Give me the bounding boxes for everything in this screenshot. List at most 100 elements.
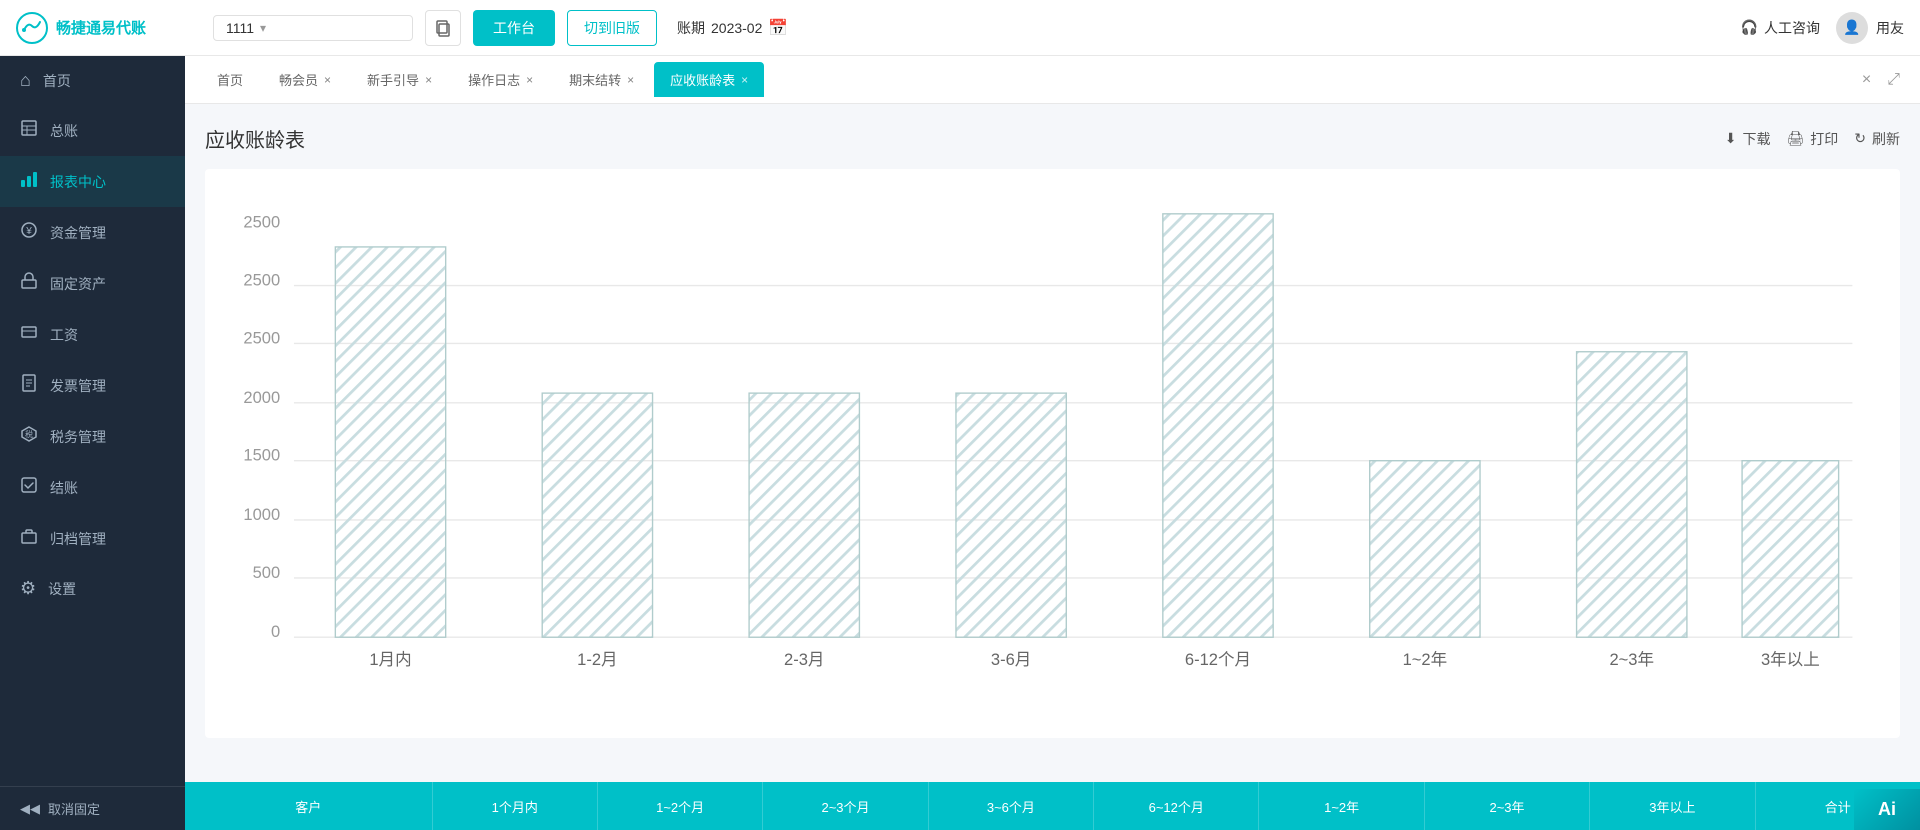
top-bar: 畅捷通易代账 1111 ▾ 工作台 切到旧版 账期 2023-02 📅 🎧 人工… [0, 0, 1920, 56]
tab-home-label: 首页 [217, 70, 243, 89]
sidebar-label-assets: 固定资产 [50, 274, 106, 294]
chevron-down-icon: ▾ [260, 21, 266, 35]
app-container: 畅捷通易代账 1111 ▾ 工作台 切到旧版 账期 2023-02 📅 🎧 人工… [0, 0, 1920, 830]
tab-oplog-label: 操作日志 [468, 70, 520, 89]
svg-text:1-2月: 1-2月 [577, 650, 617, 669]
download-button[interactable]: ⬇ 下载 [1725, 129, 1771, 149]
refresh-icon: ↻ [1854, 130, 1866, 147]
settle-icon [20, 476, 38, 499]
ai-badge[interactable]: Ai [1854, 789, 1920, 830]
tab-guide-close-icon[interactable]: × [425, 73, 432, 87]
switch-old-button[interactable]: 切到旧版 [567, 10, 657, 46]
sidebar-item-tax[interactable]: 税 税务管理 [0, 411, 185, 462]
tab-member-label: 畅会员 [279, 70, 318, 89]
tab-oplog[interactable]: 操作日志 × [452, 62, 549, 97]
sidebar-label-settings: 设置 [48, 579, 76, 599]
collapse-button[interactable]: ◀◀ 取消固定 [20, 799, 165, 818]
refresh-button[interactable]: ↻ 刷新 [1854, 129, 1900, 149]
company-selector[interactable]: 1111 ▾ [213, 15, 413, 41]
assets-icon [20, 272, 38, 295]
svg-text:1月内: 1月内 [369, 650, 411, 669]
expand-button[interactable]: ⤢ [1883, 67, 1904, 93]
table-col-2-3y: 2~3年 [1425, 782, 1590, 830]
ai-label: Ai [1878, 799, 1896, 819]
svg-text:2500: 2500 [243, 328, 280, 347]
avatar-icon: 👤 [1843, 19, 1860, 36]
download-icon: ⬇ [1725, 130, 1737, 147]
sidebar-item-home[interactable]: ⌂ 首页 [0, 56, 185, 105]
settings-icon: ⚙ [20, 578, 36, 599]
logo-text: 畅捷通易代账 [56, 17, 146, 38]
close-all-button[interactable]: × [1858, 67, 1875, 93]
sidebar: ⌂ 首页 总账 [0, 56, 185, 830]
tab-ar-aging-close-icon[interactable]: × [741, 73, 748, 87]
svg-text:0: 0 [271, 622, 280, 641]
table-col-2-3m: 2~3个月 [763, 782, 928, 830]
table-col-1m: 1个月内 [433, 782, 598, 830]
sidebar-label-archive: 归档管理 [50, 529, 106, 549]
svg-text:2~3年: 2~3年 [1609, 650, 1654, 669]
svg-text:3年以上: 3年以上 [1761, 650, 1820, 669]
sidebar-item-invoice[interactable]: 发票管理 [0, 360, 185, 411]
sidebar-bottom: ◀◀ 取消固定 [0, 786, 185, 830]
sidebar-label-reports: 报表中心 [50, 172, 106, 192]
tab-period-end[interactable]: 期末结转 × [553, 62, 650, 97]
svg-text:2500: 2500 [243, 271, 280, 290]
sidebar-item-assets[interactable]: 固定资产 [0, 258, 185, 309]
workbench-button[interactable]: 工作台 [473, 10, 555, 46]
table-col-1-2m: 1~2个月 [598, 782, 763, 830]
archive-icon [20, 527, 38, 550]
collapse-label: 取消固定 [48, 799, 100, 818]
tab-period-end-label: 期末结转 [569, 70, 621, 89]
copy-button[interactable] [425, 10, 461, 46]
sidebar-label-funds: 资金管理 [50, 223, 106, 243]
main-area: ⌂ 首页 总账 [0, 56, 1920, 830]
tab-guide[interactable]: 新手引导 × [351, 62, 448, 97]
svg-text:2000: 2000 [243, 388, 280, 407]
sidebar-item-settle[interactable]: 结账 [0, 462, 185, 513]
sidebar-item-settings[interactable]: ⚙ 设置 [0, 564, 185, 613]
sidebar-item-reports[interactable]: 报表中心 [0, 156, 185, 207]
content-area: 首页 畅会员 × 新手引导 × 操作日志 × 期末结转 × [185, 56, 1920, 830]
period-value: 2023-02 [711, 20, 762, 36]
sidebar-label-tax: 税务管理 [50, 427, 106, 447]
tab-member-close-icon[interactable]: × [324, 73, 331, 87]
sidebar-item-ledger[interactable]: 总账 [0, 105, 185, 156]
svg-text:¥: ¥ [25, 226, 32, 237]
print-icon: 🖨 [1786, 130, 1804, 147]
sidebar-item-payroll[interactable]: 工资 [0, 309, 185, 360]
collapse-icon: ◀◀ [20, 801, 40, 817]
tab-ar-aging[interactable]: 应收账龄表 × [654, 62, 764, 97]
user-label: 用友 [1876, 18, 1904, 38]
tab-home[interactable]: 首页 [201, 62, 259, 97]
main-content: 应收账龄表 ⬇ 下载 🖨 打印 ↻ 刷新 [185, 104, 1920, 782]
logo-icon [16, 12, 48, 44]
tab-member[interactable]: 畅会员 × [263, 62, 347, 97]
svg-text:2500: 2500 [243, 213, 280, 232]
company-name: 1111 [226, 20, 254, 36]
table-col-customer: 客户 [185, 782, 433, 830]
logo-area: 畅捷通易代账 [16, 12, 201, 44]
home-icon: ⌂ [20, 70, 31, 91]
consult-button[interactable]: 🎧 人工咨询 [1741, 18, 1820, 38]
svg-text:1500: 1500 [243, 446, 280, 465]
tab-ar-aging-label: 应收账龄表 [670, 70, 735, 89]
tab-period-end-close-icon[interactable]: × [627, 73, 634, 87]
headset-icon: 🎧 [1741, 19, 1758, 36]
sidebar-item-archive[interactable]: 归档管理 [0, 513, 185, 564]
svg-text:2-3月: 2-3月 [784, 650, 824, 669]
right-actions: 🎧 人工咨询 👤 用友 [1741, 12, 1904, 44]
copy-icon [434, 19, 452, 37]
consult-label: 人工咨询 [1764, 18, 1820, 38]
calendar-icon[interactable]: 📅 [768, 18, 788, 38]
sidebar-nav: ⌂ 首页 总账 [0, 56, 185, 786]
user-area[interactable]: 👤 用友 [1836, 12, 1904, 44]
sidebar-label-ledger: 总账 [50, 121, 78, 141]
toolbar: ⬇ 下载 🖨 打印 ↻ 刷新 [1725, 129, 1900, 149]
sidebar-item-funds[interactable]: ¥ 资金管理 [0, 207, 185, 258]
svg-text:税: 税 [25, 429, 33, 439]
period-label: 账期 [677, 18, 705, 38]
tab-oplog-close-icon[interactable]: × [526, 73, 533, 87]
table-col-1-2y: 1~2年 [1259, 782, 1424, 830]
print-button[interactable]: 🖨 打印 [1786, 129, 1838, 149]
